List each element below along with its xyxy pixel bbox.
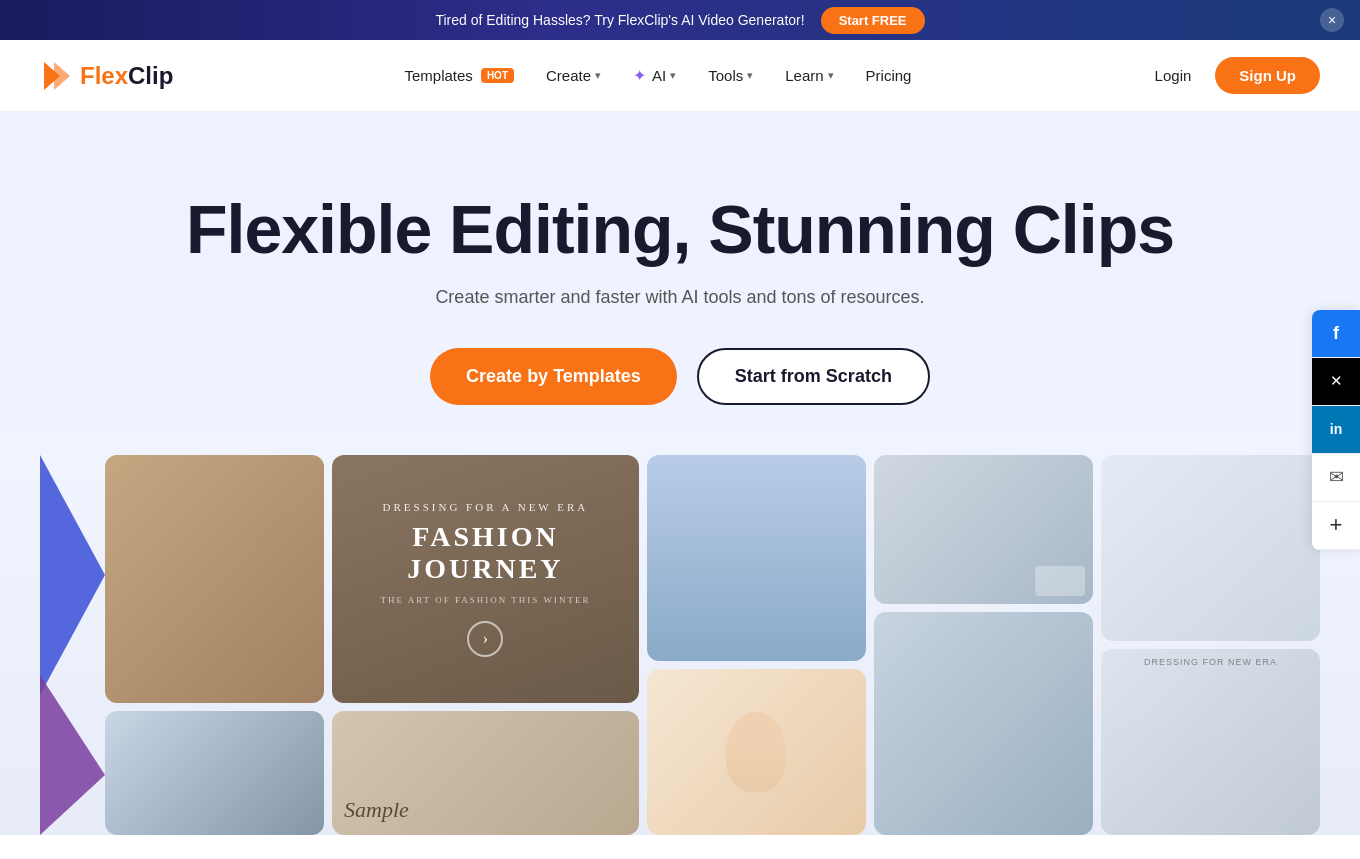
login-button[interactable]: Login	[1143, 59, 1204, 92]
nav-item-templates[interactable]: Templates HOT	[393, 59, 526, 92]
media-col-2: DRESSING FOR A NEW ERA FASHION JOURNEY T…	[332, 455, 639, 835]
learn-chevron-icon: ▾	[828, 69, 834, 82]
fashion-subtitle: JOURNEY	[407, 553, 563, 585]
nav-item-tools[interactable]: Tools ▾	[696, 59, 765, 92]
nav-pricing-label: Pricing	[866, 67, 912, 84]
social-sidebar: f ✕ in ✉ +	[1312, 310, 1360, 550]
twitter-share-button[interactable]: ✕	[1312, 358, 1360, 406]
hero-section: Flexible Editing, Stunning Clips Create …	[0, 112, 1360, 835]
left-decoration	[40, 455, 105, 835]
bride-portrait	[647, 669, 866, 834]
fashion-arrow-icon: ›	[467, 621, 503, 657]
logo-clip: Clip	[128, 62, 173, 89]
media-col-3	[647, 455, 866, 835]
more-icon: +	[1330, 512, 1343, 538]
nav-create-label: Create	[546, 67, 591, 84]
main-nav: FlexClip Templates HOT Create ▾ ✦ AI ▾ T…	[0, 40, 1360, 112]
nav-item-learn[interactable]: Learn ▾	[773, 59, 845, 92]
media-card-portrait	[874, 612, 1093, 835]
tools-chevron-icon: ▾	[747, 69, 753, 82]
logo-icon	[40, 58, 76, 94]
hero-buttons: Create by Templates Start from Scratch	[40, 348, 1320, 405]
media-card-blurred-1	[1101, 455, 1320, 641]
media-card-sky	[647, 455, 866, 662]
media-card-office	[874, 455, 1093, 604]
nav-learn-label: Learn	[785, 67, 823, 84]
media-preview: DRESSING FOR A NEW ERA FASHION JOURNEY T…	[40, 455, 1320, 835]
banner-text: Tired of Editing Hassles? Try FlexClip's…	[435, 12, 804, 28]
ai-chevron-icon: ▾	[670, 69, 676, 82]
media-card-script: Sample	[332, 711, 639, 835]
script-text: Sample	[344, 797, 409, 823]
hero-title: Flexible Editing, Stunning Clips	[40, 192, 1320, 267]
nav-templates-label: Templates	[405, 67, 473, 84]
twitter-icon: ✕	[1330, 372, 1343, 390]
fashion-footer: THE ART OF FASHION THIS WINTER	[380, 595, 590, 605]
fashion-title: FASHION	[412, 521, 559, 553]
logo-text: FlexClip	[80, 62, 173, 90]
svg-marker-2	[40, 455, 105, 695]
fashion-eyebrow: DRESSING FOR A NEW ERA	[383, 501, 589, 513]
media-card-blurred-2: DRESSING FOR NEW ERA	[1101, 649, 1320, 835]
media-card-fashion-main: DRESSING FOR A NEW ERA FASHION JOURNEY T…	[332, 455, 639, 703]
linkedin-icon: in	[1330, 421, 1342, 437]
logo[interactable]: FlexClip	[40, 58, 173, 94]
nav-item-create[interactable]: Create ▾	[534, 59, 613, 92]
banner-close-button[interactable]: ×	[1320, 8, 1344, 32]
fashion-overlay: DRESSING FOR A NEW ERA FASHION JOURNEY T…	[332, 455, 639, 703]
svg-marker-1	[54, 62, 70, 90]
nav-item-ai[interactable]: ✦ AI ▾	[621, 58, 688, 93]
media-card-ring	[105, 711, 324, 835]
hot-badge: HOT	[481, 68, 514, 83]
blurred-text: DRESSING FOR NEW ERA	[1109, 657, 1312, 667]
media-col-1	[105, 455, 324, 835]
signup-button[interactable]: Sign Up	[1215, 57, 1320, 94]
facebook-share-button[interactable]: f	[1312, 310, 1360, 358]
logo-flex: Flex	[80, 62, 128, 89]
svg-marker-3	[40, 675, 105, 835]
nav-right: Login Sign Up	[1143, 57, 1320, 94]
hero-subtitle: Create smarter and faster with AI tools …	[40, 287, 1320, 308]
top-banner: Tired of Editing Hassles? Try FlexClip's…	[0, 0, 1360, 40]
media-card-bride	[647, 669, 866, 834]
facebook-icon: f	[1333, 323, 1339, 344]
office-screen	[1035, 566, 1085, 596]
nav-item-pricing[interactable]: Pricing	[854, 59, 924, 92]
nav-tools-label: Tools	[708, 67, 743, 84]
start-scratch-button[interactable]: Start from Scratch	[697, 348, 930, 405]
media-card-woman	[105, 455, 324, 703]
ai-star-icon: ✦	[633, 66, 646, 85]
email-share-button[interactable]: ✉	[1312, 454, 1360, 502]
more-share-button[interactable]: +	[1312, 502, 1360, 550]
media-col-4	[874, 455, 1093, 835]
linkedin-share-button[interactable]: in	[1312, 406, 1360, 454]
create-chevron-icon: ▾	[595, 69, 601, 82]
nav-links: Templates HOT Create ▾ ✦ AI ▾ Tools ▾ Le…	[393, 58, 924, 93]
nav-ai-label: AI	[652, 67, 666, 84]
email-icon: ✉	[1329, 466, 1344, 488]
media-col-5: DRESSING FOR NEW ERA	[1101, 455, 1320, 835]
banner-cta-button[interactable]: Start FREE	[821, 7, 925, 34]
create-templates-button[interactable]: Create by Templates	[430, 348, 677, 405]
